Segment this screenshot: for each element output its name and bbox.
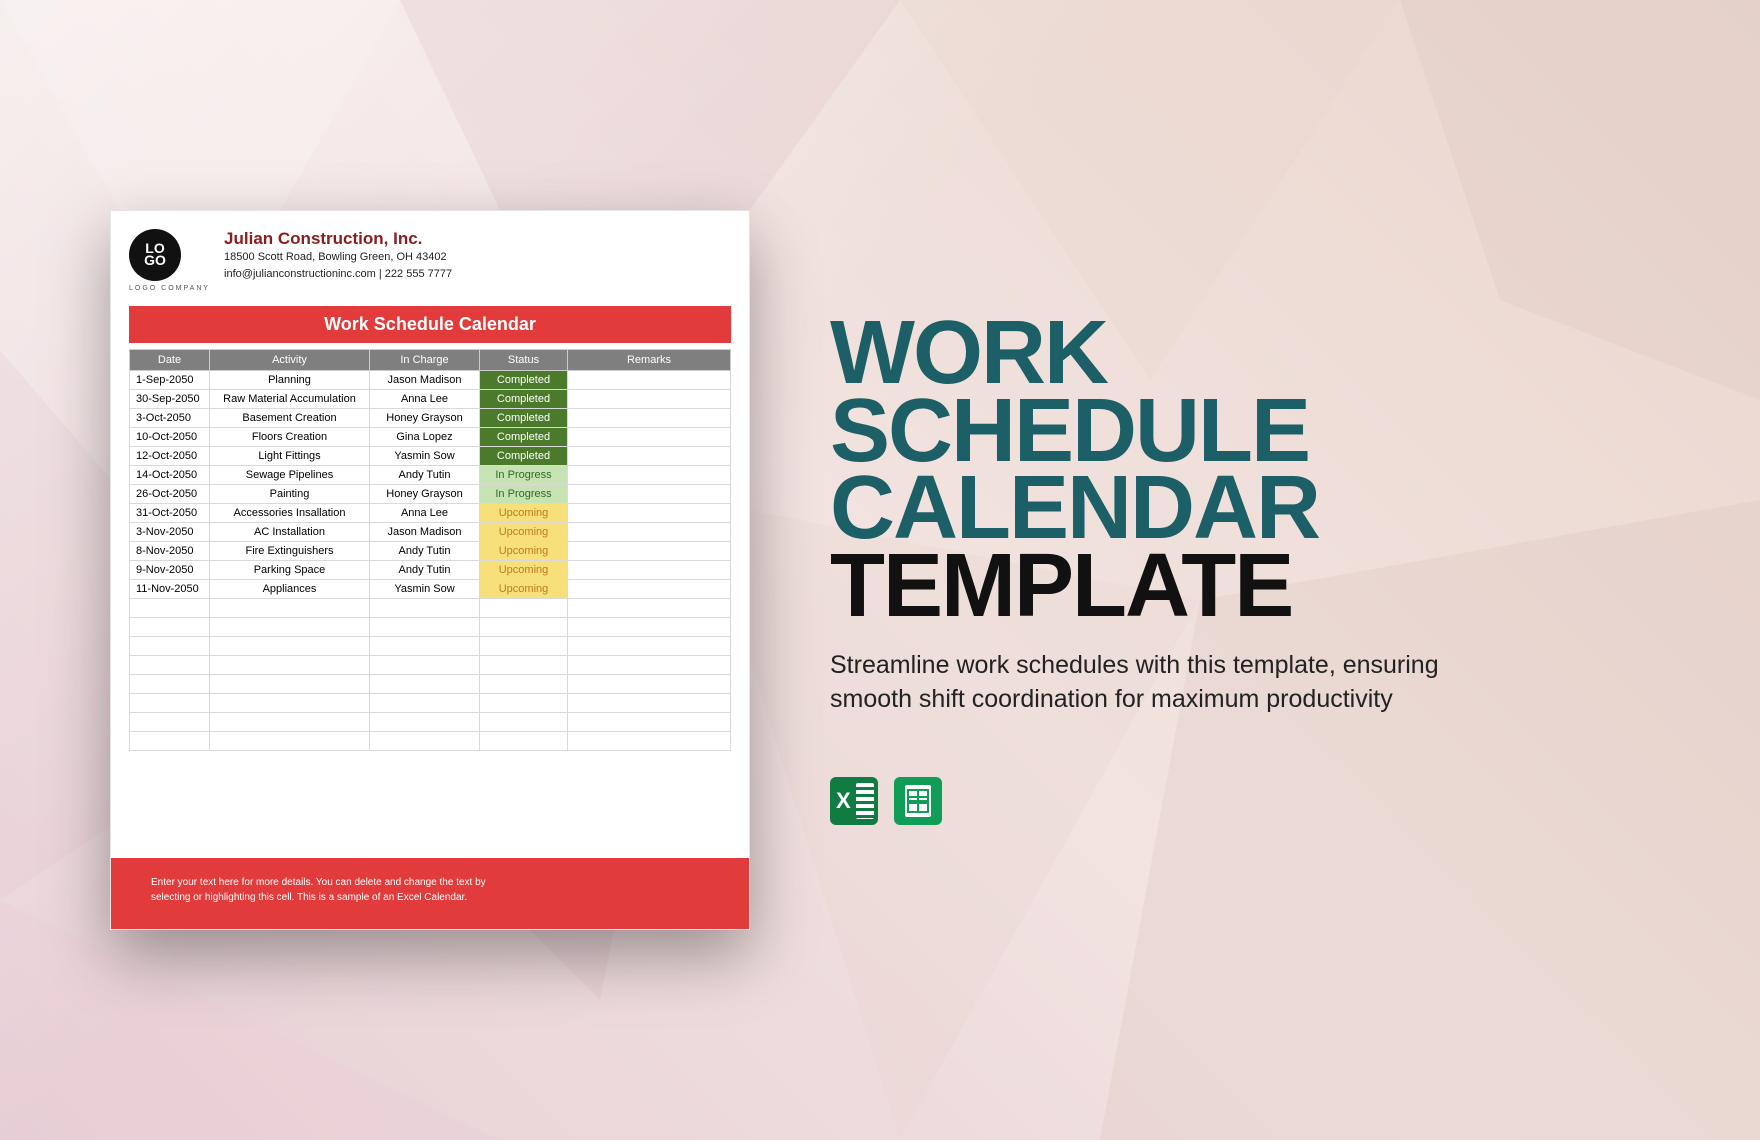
logo-caption: LOGO COMPANY: [129, 285, 210, 292]
status-badge: Upcoming: [480, 504, 568, 523]
status-badge: Completed: [480, 428, 568, 447]
logo-text-bottom: GO: [144, 255, 166, 267]
status-badge: Upcoming: [480, 561, 568, 580]
google-sheets-icon: [894, 777, 942, 825]
table-row: 31-Oct-2050Accessories InsallationAnna L…: [130, 504, 731, 523]
table-row: 3-Oct-2050Basement CreationHoney Grayson…: [130, 409, 731, 428]
table-row: 8-Nov-2050Fire ExtinguishersAndy TutinUp…: [130, 542, 731, 561]
status-badge: Completed: [480, 447, 568, 466]
excel-icon: [830, 777, 878, 825]
table-row: [130, 618, 731, 637]
table-row: [130, 713, 731, 732]
table-row: 26-Oct-2050PaintingHoney GraysonIn Progr…: [130, 485, 731, 504]
column-header: Date: [130, 350, 210, 371]
headline-line-4: TEMPLATE: [830, 548, 1570, 625]
status-badge: Upcoming: [480, 523, 568, 542]
table-row: 30-Sep-2050Raw Material AccumulationAnna…: [130, 390, 731, 409]
table-row: 12-Oct-2050Light FittingsYasmin SowCompl…: [130, 447, 731, 466]
company-name: Julian Construction, Inc.: [224, 229, 452, 249]
headline: WORK SCHEDULE CALENDAR TEMPLATE: [830, 315, 1570, 625]
letterhead: LO GO LOGO COMPANY Julian Construction, …: [129, 229, 731, 292]
column-header: Status: [480, 350, 568, 371]
table-row: [130, 599, 731, 618]
sheet-title: Work Schedule Calendar: [129, 306, 731, 343]
table-row: [130, 656, 731, 675]
status-badge: Upcoming: [480, 542, 568, 561]
company-contact: info@julianconstructioninc.com | 222 555…: [224, 266, 452, 283]
column-header: In Charge: [370, 350, 480, 371]
table-row: [130, 732, 731, 751]
table-row: 14-Oct-2050Sewage PipelinesAndy TutinIn …: [130, 466, 731, 485]
table-row: 10-Oct-2050Floors CreationGina LopezComp…: [130, 428, 731, 447]
format-icons: [830, 777, 1570, 825]
company-address: 18500 Scott Road, Bowling Green, OH 4340…: [224, 249, 452, 266]
table-row: 3-Nov-2050AC InstallationJason MadisonUp…: [130, 523, 731, 542]
promo-description: Streamline work schedules with this temp…: [830, 649, 1470, 717]
table-row: [130, 694, 731, 713]
status-badge: Completed: [480, 390, 568, 409]
status-badge: Completed: [480, 371, 568, 390]
column-header: Remarks: [568, 350, 731, 371]
schedule-table: DateActivityIn ChargeStatusRemarks 1-Sep…: [129, 349, 731, 751]
template-preview-sheet: LO GO LOGO COMPANY Julian Construction, …: [110, 210, 750, 930]
table-row: [130, 637, 731, 656]
status-badge: Completed: [480, 409, 568, 428]
column-header: Activity: [210, 350, 370, 371]
table-row: [130, 675, 731, 694]
company-logo: LO GO LOGO COMPANY: [129, 229, 210, 292]
promo-panel: WORK SCHEDULE CALENDAR TEMPLATE Streamli…: [830, 315, 1570, 824]
table-row: 1-Sep-2050PlanningJason MadisonCompleted: [130, 371, 731, 390]
table-row: 11-Nov-2050AppliancesYasmin SowUpcoming: [130, 580, 731, 599]
footer-note: Enter your text here for more details. Y…: [111, 858, 749, 929]
table-row: 9-Nov-2050Parking SpaceAndy TutinUpcomin…: [130, 561, 731, 580]
status-badge: In Progress: [480, 466, 568, 485]
status-badge: Upcoming: [480, 580, 568, 599]
status-badge: In Progress: [480, 485, 568, 504]
